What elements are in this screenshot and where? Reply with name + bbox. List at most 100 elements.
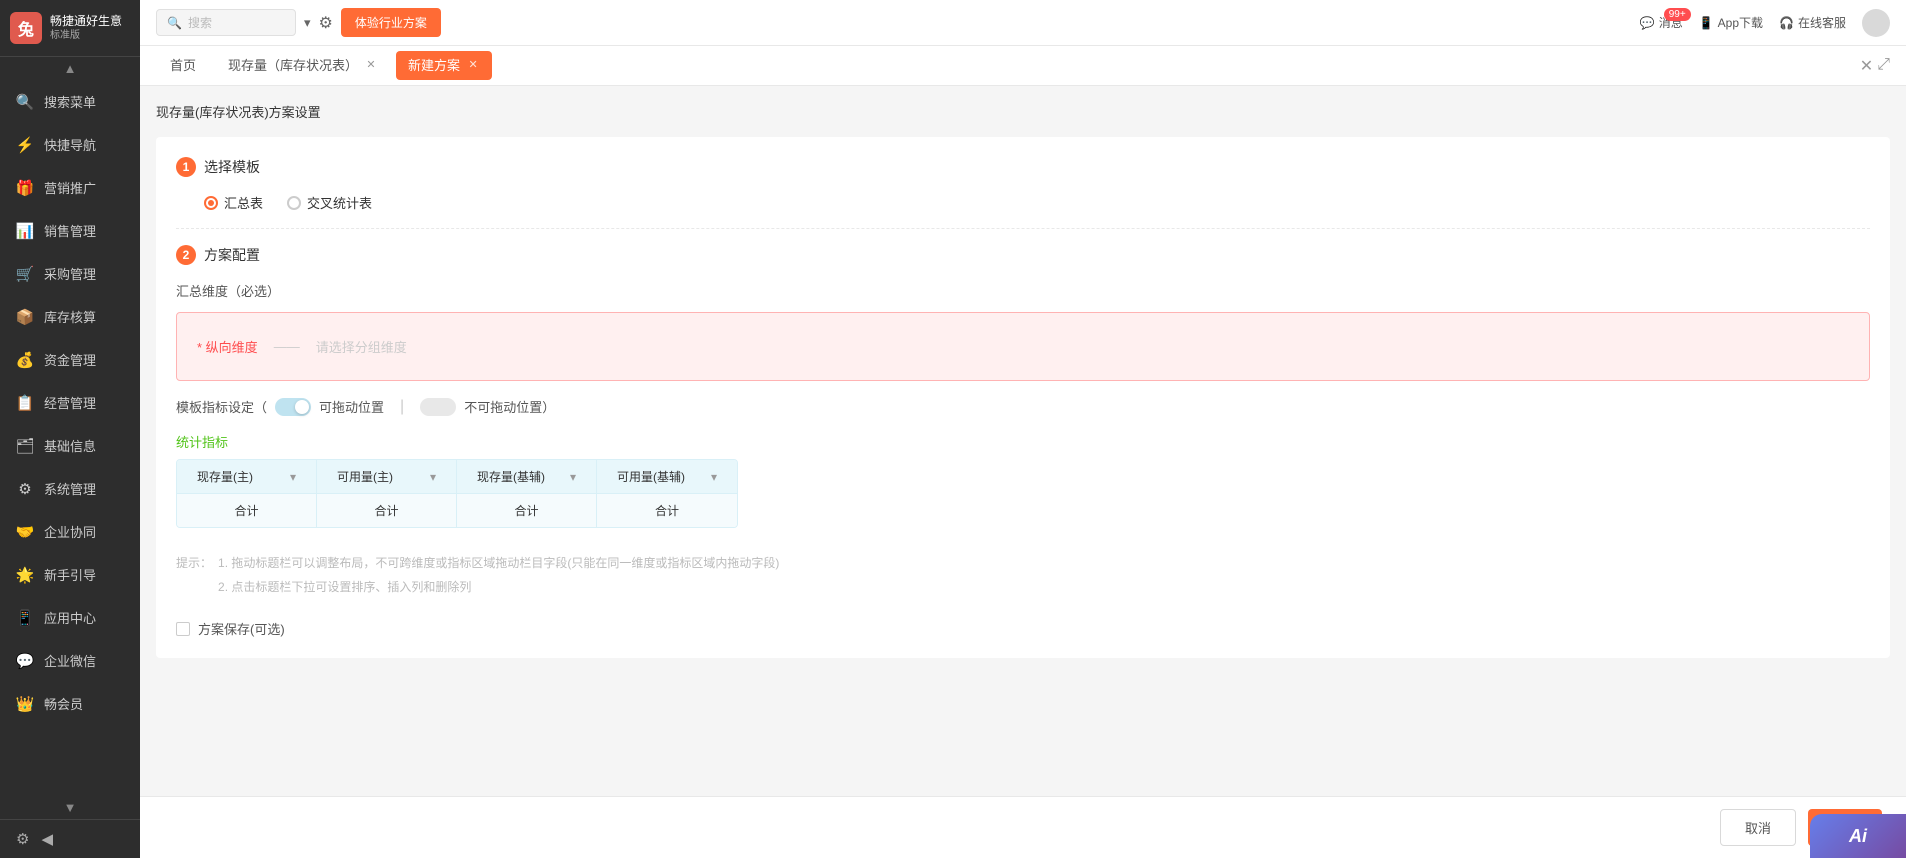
sidebar-item-app-center[interactable]: 📱 应用中心: [0, 596, 140, 639]
save-checkbox-row: 方案保存(可选): [176, 619, 1870, 638]
sidebar-label-base-info: 基础信息: [44, 436, 96, 455]
trial-button[interactable]: 体验行业方案: [341, 8, 441, 37]
sidebar: 兔 畅捷通好生意 标准版 ▲ 🔍 搜索菜单 ⚡ 快捷导航 🎁 营销推广 📊 销售…: [0, 0, 140, 858]
radio-cross[interactable]: 交叉统计表: [287, 193, 372, 212]
dimension-placeholder[interactable]: 请选择分组维度: [316, 337, 407, 356]
dimension-row: * 纵向维度 —— 请选择分组维度: [197, 337, 1849, 356]
topbar-gear-icon[interactable]: ⚙: [319, 13, 333, 33]
stats-col-1-value: 合计: [177, 494, 317, 527]
sidebar-item-sales[interactable]: 📊 销售管理: [0, 209, 140, 252]
sidebar-item-inventory[interactable]: 📦 库存核算: [0, 295, 140, 338]
tip-prefix: 提示：: [176, 551, 212, 575]
page-title: 现存量(库存状况表)方案设置: [156, 102, 1890, 121]
settings-icon[interactable]: ⚙: [16, 830, 29, 848]
stats-col-2-header[interactable]: 可用量(主) ▾: [317, 460, 457, 493]
stats-col-3-label: 现存量(基辅): [477, 468, 545, 485]
tab-new-scheme-close[interactable]: ✕: [466, 58, 480, 72]
content-area: 现存量(库存状况表)方案设置 1 选择模板 汇总表 交叉统计表 2: [140, 86, 1906, 796]
radio-cross-circle: [287, 196, 301, 210]
stats-col-4-dropdown[interactable]: ▾: [711, 470, 717, 484]
sidebar-item-purchase[interactable]: 🛒 采购管理: [0, 252, 140, 295]
sidebar-item-finance[interactable]: 💰 资金管理: [0, 338, 140, 381]
sidebar-icon-base-info: 🗂: [16, 437, 34, 455]
stats-col-2-dropdown[interactable]: ▾: [430, 470, 436, 484]
online-service-button[interactable]: 🎧 在线客服: [1779, 14, 1846, 31]
tab-inventory[interactable]: 现存量（库存状况表） ✕: [214, 47, 392, 84]
stats-col-4-header[interactable]: 可用量(基辅) ▾: [597, 460, 737, 493]
sidebar-item-enterprise[interactable]: 🤝 企业协同: [0, 510, 140, 553]
user-avatar[interactable]: [1862, 9, 1890, 37]
sidebar-icon-system: ⚙: [16, 480, 34, 498]
sidebar-scroll-up[interactable]: ▲: [0, 57, 140, 80]
non-draggable-toggle: [420, 398, 456, 416]
draggable-toggle: [275, 398, 311, 416]
tab-home-label: 首页: [170, 55, 196, 74]
step1-number: 1: [176, 157, 196, 177]
search-box[interactable]: 🔍 搜索: [156, 9, 296, 36]
sidebar-item-newbie[interactable]: 🌟 新手引导: [0, 553, 140, 596]
sidebar-item-operation[interactable]: 📋 经营管理: [0, 381, 140, 424]
sidebar-item-enterprise-wechat[interactable]: 💬 企业微信: [0, 639, 140, 682]
sidebar-label-marketing: 营销推广: [44, 178, 96, 197]
save-checkbox[interactable]: [176, 622, 190, 636]
template-radio-group: 汇总表 交叉统计表: [204, 193, 1870, 212]
service-label: 在线客服: [1798, 14, 1846, 31]
sidebar-label-newbie: 新手引导: [44, 565, 96, 584]
step2-title: 方案配置: [204, 245, 260, 265]
stats-col-2-label: 可用量(主): [337, 468, 393, 485]
footer-bar: 取消 查询: [140, 796, 1906, 858]
sidebar-label-enterprise-wechat: 企业微信: [44, 651, 96, 670]
topbar-right: 💬 消息 99+ 📱 App下载 🎧 在线客服: [1640, 9, 1890, 37]
stats-col-3-header[interactable]: 现存量(基辅) ▾: [457, 460, 597, 493]
sidebar-label-vip: 畅会员: [44, 694, 83, 713]
template-indicator-prefix: 模板指标设定（: [176, 397, 267, 416]
sidebar-label-enterprise: 企业协同: [44, 522, 96, 541]
sidebar-item-base-info[interactable]: 🗂 基础信息: [0, 424, 140, 467]
sidebar-label-sales: 销售管理: [44, 221, 96, 240]
topbar-dropdown-icon[interactable]: ▾: [304, 15, 311, 31]
stats-col-1-dropdown[interactable]: ▾: [290, 470, 296, 484]
tip-2-text: 2. 点击标题栏下拉可设置排序、插入列和删除列: [218, 575, 471, 599]
sidebar-logo: 兔: [10, 12, 42, 44]
stats-table: 现存量(主) ▾ 可用量(主) ▾ 现存量(基辅) ▾ 可用量(基辅): [176, 459, 738, 528]
radio-summary[interactable]: 汇总表: [204, 193, 263, 212]
required-star: *: [197, 340, 206, 355]
sidebar-item-quick-nav[interactable]: ⚡ 快捷导航: [0, 123, 140, 166]
main-card: 1 选择模板 汇总表 交叉统计表 2 方案配置: [156, 137, 1890, 658]
step2-number: 2: [176, 245, 196, 265]
message-button[interactable]: 💬 消息 99+: [1640, 14, 1683, 31]
sidebar-label-search-menu: 搜索菜单: [44, 92, 96, 111]
stats-col-1-header[interactable]: 现存量(主) ▾: [177, 460, 317, 493]
sidebar-icon-enterprise: 🤝: [16, 523, 34, 541]
sidebar-header: 兔 畅捷通好生意 标准版: [0, 0, 140, 57]
sidebar-footer: ⚙ ◀: [0, 819, 140, 858]
stats-section: 统计指标 现存量(主) ▾ 可用量(主) ▾ 现存量(基辅): [176, 432, 1870, 531]
search-icon: 🔍: [167, 16, 182, 30]
cancel-button[interactable]: 取消: [1720, 809, 1796, 846]
sidebar-item-search-menu[interactable]: 🔍 搜索菜单: [0, 80, 140, 123]
expand-panel-icon[interactable]: ⤢: [1877, 56, 1890, 76]
dimension-dash: ——: [274, 339, 300, 354]
sidebar-scroll-down[interactable]: ▼: [0, 796, 140, 819]
step1-title: 选择模板: [204, 157, 260, 177]
close-panel-icon[interactable]: ✕: [1860, 56, 1873, 76]
dimension-title: 汇总维度（必选）: [176, 281, 1870, 300]
sidebar-item-vip[interactable]: 👑 畅会员: [0, 682, 140, 725]
tab-home[interactable]: 首页: [156, 47, 210, 84]
ai-button[interactable]: Ai: [1810, 814, 1906, 858]
stats-col-3-dropdown[interactable]: ▾: [570, 470, 576, 484]
tab-new-scheme[interactable]: 新建方案 ✕: [396, 51, 492, 80]
sidebar-item-marketing[interactable]: 🎁 营销推广: [0, 166, 140, 209]
collapse-icon[interactable]: ◀: [41, 830, 53, 848]
sidebar-label-finance: 资金管理: [44, 350, 96, 369]
sidebar-item-system[interactable]: ⚙ 系统管理: [0, 467, 140, 510]
app-download-button[interactable]: 📱 App下载: [1699, 14, 1763, 31]
radio-summary-label: 汇总表: [224, 193, 263, 212]
topbar-left: 🔍 搜索 ▾ ⚙ 体验行业方案: [156, 8, 1628, 37]
sidebar-icon-operation: 📋: [16, 394, 34, 412]
sidebar-icon-sales: 📊: [16, 222, 34, 240]
ai-label: Ai: [1849, 826, 1867, 847]
app-label: App下载: [1718, 14, 1763, 31]
tab-inventory-close[interactable]: ✕: [364, 58, 378, 72]
radio-cross-label: 交叉统计表: [307, 193, 372, 212]
